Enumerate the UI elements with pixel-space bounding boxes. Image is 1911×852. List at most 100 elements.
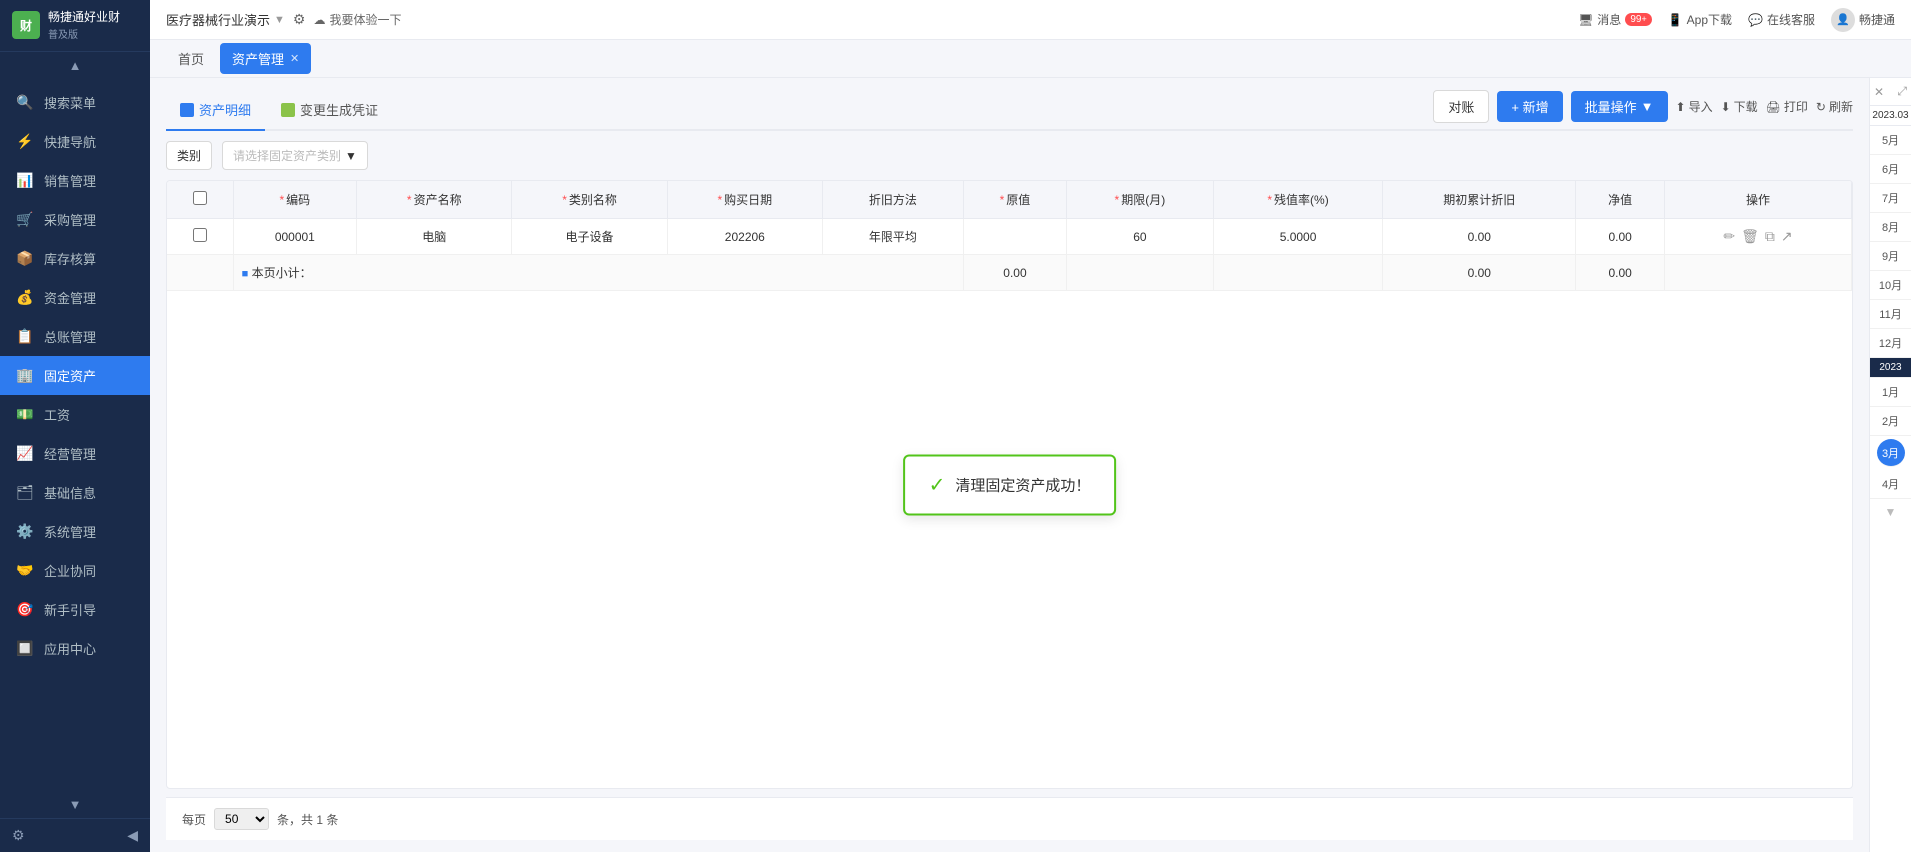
purchase-icon: 🛒 — [16, 211, 34, 228]
col-net-value: 净值 — [1576, 181, 1665, 219]
cal-month-7[interactable]: 7月 — [1870, 184, 1911, 213]
sub-tab-change-voucher[interactable]: 变更生成凭证 — [267, 90, 392, 131]
tab-home-label: 首页 — [178, 52, 204, 67]
user-profile[interactable]: 👤 畅捷通 — [1831, 8, 1895, 32]
cell-category: 电子设备 — [512, 219, 667, 255]
assets-table: *编码 *资产名称 *类别名称 *购买日期 折旧方法 *原值 *期限(月) *残… — [167, 181, 1852, 291]
calendar-down-icon[interactable]: ▼ — [1870, 499, 1911, 525]
sidebar-item-purchase[interactable]: 🛒 采购管理 — [0, 200, 150, 239]
customer-service-button[interactable]: 💬 在线客服 — [1748, 11, 1815, 28]
base-icon: 🗂 — [16, 484, 34, 501]
sidebar-item-label: 应用中心 — [44, 639, 96, 658]
sidebar-nav: 🔍 搜索菜单 ⚡ 快捷导航 📊 销售管理 🛒 采购管理 📦 库存核算 💰 资金管… — [0, 79, 150, 791]
cal-month-12[interactable]: 12月 — [1870, 329, 1911, 358]
sidebar-item-ops[interactable]: 📈 经营管理 — [0, 434, 150, 473]
calendar-expand-icon[interactable]: ⤢ — [1897, 84, 1907, 99]
cal-month-9[interactable]: 9月 — [1870, 242, 1911, 271]
download-label: 下载 — [1734, 98, 1758, 115]
sidebar-item-payroll[interactable]: 💵 工资 — [0, 395, 150, 434]
sidebar-item-inventory[interactable]: 📦 库存核算 — [0, 239, 150, 278]
header-settings-icon[interactable]: ⚙ — [293, 11, 306, 28]
logo-icon: 财 — [12, 11, 40, 39]
collab-icon: 🤝 — [16, 562, 34, 579]
sidebar-item-label: 企业协同 — [44, 561, 96, 580]
print-label: 打印 — [1784, 98, 1808, 115]
calendar-header: ✕ ⤢ — [1870, 78, 1911, 106]
asset-detail-icon — [180, 103, 194, 117]
row-checkbox[interactable] — [193, 228, 207, 242]
message-badge: 99+ — [1625, 13, 1651, 26]
quicknav-icon: ⚡ — [16, 133, 34, 150]
new-button[interactable]: + 新增 — [1497, 91, 1562, 122]
more-icon[interactable]: ↗ — [1781, 228, 1793, 245]
cell-action: ✏ 🗑 ⧉ ↗ — [1665, 219, 1852, 255]
sidebar-item-sales[interactable]: 📊 销售管理 — [0, 161, 150, 200]
cal-month-11[interactable]: 11月 — [1870, 300, 1911, 329]
sidebar-item-collab[interactable]: 🤝 企业协同 — [0, 551, 150, 590]
system-icon: ⚙️ — [16, 523, 34, 540]
import-button[interactable]: ⬆ 导入 — [1676, 98, 1713, 115]
app-download-button[interactable]: 📱 App下载 — [1668, 11, 1732, 28]
sidebar-item-finance[interactable]: 💰 资金管理 — [0, 278, 150, 317]
company-name: 医疗器械行业演示 — [166, 10, 270, 29]
per-page-select[interactable]: 50 100 — [214, 808, 269, 830]
tab-home[interactable]: 首页 — [166, 43, 216, 74]
sidebar-scroll-up[interactable]: ▲ — [0, 52, 150, 79]
select-all-checkbox[interactable] — [193, 191, 207, 205]
experience-button[interactable]: ☁ 我要体验一下 — [313, 11, 401, 28]
cal-month-2[interactable]: 2月 — [1870, 407, 1911, 436]
cal-month-1[interactable]: 1月 — [1870, 378, 1911, 407]
sidebar-item-guide[interactable]: 🎯 新手引导 — [0, 590, 150, 629]
sidebar-item-quicknav[interactable]: ⚡ 快捷导航 — [0, 122, 150, 161]
action-icons: ✏ 🗑 ⧉ ↗ — [1673, 228, 1843, 245]
batch-ops-button[interactable]: 批量操作 ▼ — [1571, 91, 1668, 122]
settings-bottom-icon[interactable]: ⚙ — [12, 827, 25, 844]
cal-month-8[interactable]: 8月 — [1870, 213, 1911, 242]
sidebar-item-label: 系统管理 — [44, 522, 96, 541]
tab-close-icon[interactable]: ✕ — [290, 52, 299, 65]
sidebar-item-assets[interactable]: 🏢 固定资产 — [0, 356, 150, 395]
edit-icon[interactable]: ✏ — [1723, 228, 1735, 245]
cal-month-10[interactable]: 10月 — [1870, 271, 1911, 300]
filter-arrow-icon: ▼ — [345, 149, 357, 163]
cell-dep-method: 年限平均 — [822, 219, 963, 255]
download-icon: ⬇ — [1721, 100, 1731, 114]
cal-month-5[interactable]: 5月 — [1870, 126, 1911, 155]
download-button[interactable]: ⬇ 下载 — [1721, 98, 1758, 115]
reconcile-button[interactable]: 对账 — [1433, 90, 1489, 123]
category-dropdown[interactable]: 请选择固定资产类别 ▼ — [222, 141, 368, 170]
collapse-icon[interactable]: ◀ — [127, 827, 138, 844]
col-purchase-date: *购买日期 — [667, 181, 822, 219]
message-button[interactable]: 🖥 消息 99+ — [1578, 11, 1652, 28]
calendar-close-icon[interactable]: ✕ — [1874, 85, 1884, 99]
horizontal-scrollbar[interactable] — [166, 789, 1853, 797]
col-initial-dep: 期初累计折旧 — [1383, 181, 1576, 219]
cal-month-current[interactable]: 3月 — [1877, 439, 1905, 467]
sidebar-item-label: 采购管理 — [44, 210, 96, 229]
app-download-label: App下载 — [1687, 11, 1732, 28]
company-selector[interactable]: 医疗器械行业演示 ▼ — [166, 10, 285, 29]
tab-assets-label: 资产管理 — [232, 49, 284, 68]
content-main: 资产明细 变更生成凭证 对账 + 新增 批量操作 ▼ ⬆ 导入 — [150, 78, 1869, 852]
sub-tab-asset-detail[interactable]: 资产明细 — [166, 90, 265, 131]
sidebar-scroll-down[interactable]: ▼ — [0, 791, 150, 818]
cal-month-6[interactable]: 6月 — [1870, 155, 1911, 184]
sidebar-item-label: 固定资产 — [44, 366, 96, 385]
sidebar-item-base[interactable]: 🗂 基础信息 — [0, 473, 150, 512]
print-button[interactable]: 🖨 打印 — [1766, 98, 1808, 115]
sidebar-item-search[interactable]: 🔍 搜索菜单 — [0, 83, 150, 122]
col-dep-method: 折旧方法 — [822, 181, 963, 219]
sidebar-item-system[interactable]: ⚙️ 系统管理 — [0, 512, 150, 551]
sidebar-item-apps[interactable]: 🔲 应用中心 — [0, 629, 150, 668]
sidebar-item-ledger[interactable]: 📋 总账管理 — [0, 317, 150, 356]
delete-icon[interactable]: 🗑 — [1741, 228, 1759, 245]
cell-purchase-date: 202206 — [667, 219, 822, 255]
sidebar-item-label: 基础信息 — [44, 483, 96, 502]
cal-month-4[interactable]: 4月 — [1870, 470, 1911, 499]
refresh-button[interactable]: ↻ 刷新 — [1816, 98, 1853, 115]
cell-residual-rate: 5.0000 — [1213, 219, 1383, 255]
copy-icon[interactable]: ⧉ — [1765, 228, 1775, 245]
category-filter[interactable]: 类别 — [166, 141, 212, 170]
tab-assets[interactable]: 资产管理 ✕ — [220, 43, 311, 74]
user-name: 畅捷通 — [1859, 11, 1895, 28]
